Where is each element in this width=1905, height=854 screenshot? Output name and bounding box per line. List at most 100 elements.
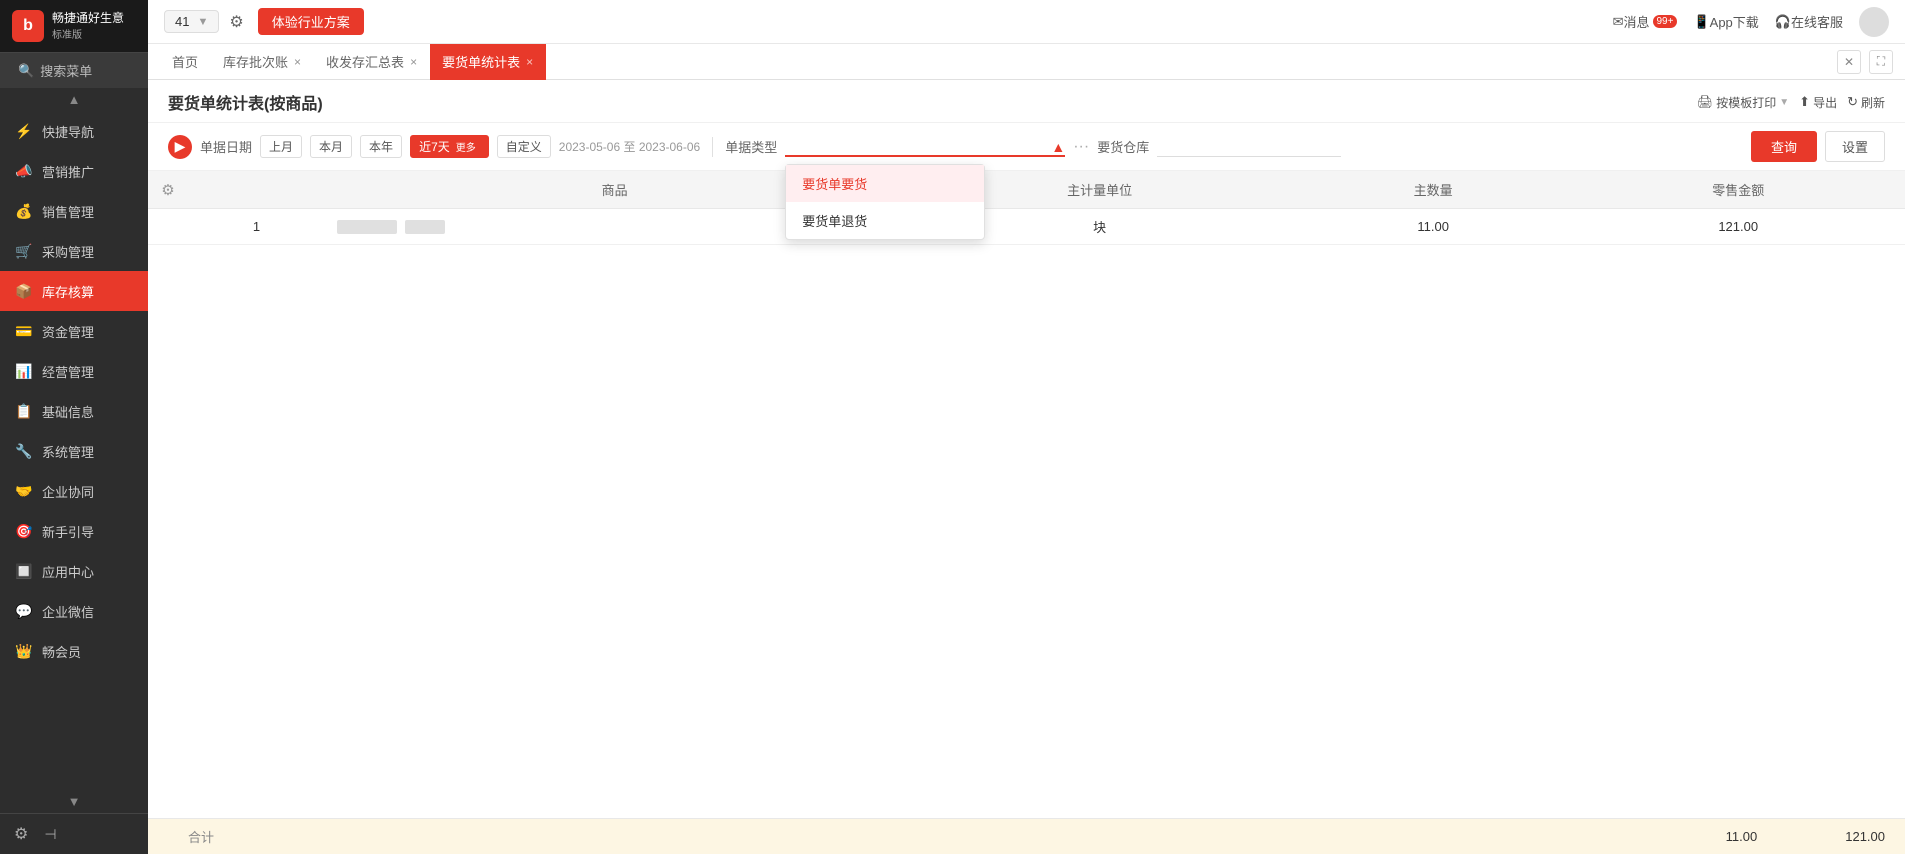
tabs-expand-button[interactable]: ⛶ (1869, 50, 1893, 74)
export-label: 导出 (1813, 94, 1837, 111)
filter-more-button[interactable]: ··· (1073, 138, 1089, 156)
last-7-days-btn[interactable]: 近7天更多 (410, 135, 489, 158)
sidebar: b 畅捷通好生意 标准版 🔍 搜索菜单 ▲ ⚡ 快捷导航 📣 营销推广 💰 销售… (0, 0, 148, 854)
sidebar-item-basic-info[interactable]: 📋 基础信息 (0, 391, 148, 431)
sidebar-item-label: 销售管理 (42, 202, 94, 221)
col-amount: 零售金额 (1571, 171, 1905, 209)
finance-icon: 💳 (14, 321, 34, 341)
print-chevron-icon: ▼ (1779, 97, 1789, 108)
inventory-icon: 📦 (14, 281, 34, 301)
sidebar-scroll-down[interactable]: ▼ (0, 790, 148, 813)
dropdown-item-demand-order[interactable]: 要货单要货 (786, 165, 984, 202)
this-month-btn[interactable]: 本月 (310, 135, 352, 158)
quick-nav-icon: ⚡ (14, 121, 34, 141)
user-avatar[interactable] (1859, 7, 1889, 37)
sidebar-item-label: 营销推广 (42, 162, 94, 181)
tabs-close-all-button[interactable]: ✕ (1837, 50, 1861, 74)
guide-icon: 🎯 (14, 521, 34, 541)
sidebar-item-purchase[interactable]: 🛒 采购管理 (0, 231, 148, 271)
basic-info-icon: 📋 (14, 401, 34, 421)
set-button[interactable]: 设置 (1825, 131, 1885, 162)
marketing-icon: 📣 (14, 161, 34, 181)
sidebar-footer: ⚙ ⊣ (0, 813, 148, 854)
app-download-button[interactable]: 📱 App下载 (1693, 12, 1758, 31)
header: 41 ▼ ⚙ 体验行业方案 ✉ 消息 99+ 📱 App下载 🎧 在线客服 (148, 0, 1905, 44)
col-gear[interactable]: ⚙ (148, 171, 188, 209)
sidebar-item-app-center[interactable]: 🔲 应用中心 (0, 551, 148, 591)
table-gear-icon[interactable]: ⚙ (161, 182, 174, 199)
footer-qty-total: 11.00 (1726, 829, 1758, 844)
last-month-btn[interactable]: 上月 (260, 135, 302, 158)
sidebar-item-guide[interactable]: 🎯 新手引导 (0, 511, 148, 551)
warehouse-input[interactable] (1157, 137, 1341, 157)
type-select-arrow-icon[interactable]: ▲ (1051, 139, 1065, 155)
tab-receive-summary[interactable]: 收发存汇总表 × (314, 44, 430, 80)
system-icon: 🔧 (14, 441, 34, 461)
filter-bar: ▶ 单据日期 上月 本月 本年 近7天更多 自定义 2023-05-06 至 2… (148, 123, 1905, 171)
sidebar-item-system[interactable]: 🔧 系统管理 (0, 431, 148, 471)
more-dates-badge: 更多 (452, 142, 480, 155)
header-gear-icon[interactable]: ⚙ (229, 12, 243, 32)
query-button[interactable]: 查询 (1751, 131, 1817, 162)
tab-home[interactable]: 首页 (160, 44, 211, 80)
sidebar-item-vip[interactable]: 👑 畅会员 (0, 631, 148, 671)
sidebar-item-label: 系统管理 (42, 442, 94, 461)
settings-icon[interactable]: ⚙ (14, 824, 28, 844)
sidebar-item-wechat[interactable]: 💬 企业微信 (0, 591, 148, 631)
table-row: 1 块 11.00 121.00 (148, 209, 1905, 245)
export-icon: ⬆ (1799, 94, 1810, 110)
tab-receive-summary-label: 收发存汇总表 (326, 52, 404, 71)
sidebar-item-enterprise[interactable]: 🤝 企业协同 (0, 471, 148, 511)
search-icon: 🔍 (18, 63, 34, 79)
type-select-input[interactable] (785, 136, 1065, 157)
tab-receive-summary-close[interactable]: × (410, 55, 417, 69)
sidebar-item-label: 经营管理 (42, 362, 94, 381)
custom-date-btn[interactable]: 自定义 (497, 135, 551, 158)
sidebar-logo: b 畅捷通好生意 标准版 (0, 0, 148, 53)
wechat-icon: 💬 (14, 601, 34, 621)
table-header-row: ⚙ 商品 主计量单位 主数量 零售金额 (148, 171, 1905, 209)
tab-demand-stat[interactable]: 要货单统计表 × (430, 44, 546, 80)
type-dropdown: 要货单要货 要货单退货 (785, 164, 985, 240)
refresh-button[interactable]: ↻ 刷新 (1847, 94, 1885, 111)
page-content: 要货单统计表(按商品) 🖨 按模板打印 ▼ ⬆ 导出 ↻ 刷新 ▶ (148, 80, 1905, 854)
refresh-label: 刷新 (1861, 94, 1885, 111)
table-footer: 合计 11.00 121.00 (148, 818, 1905, 854)
online-service-button[interactable]: 🎧 在线客服 (1775, 12, 1843, 31)
message-button[interactable]: ✉ 消息 99+ (1613, 12, 1678, 31)
store-selector[interactable]: 41 ▼ (164, 10, 219, 33)
tab-demand-stat-close[interactable]: × (526, 55, 533, 69)
tab-inventory-batch-close[interactable]: × (294, 55, 301, 69)
message-badge: 99+ (1653, 15, 1678, 28)
promo-button[interactable]: 体验行业方案 (258, 8, 364, 35)
export-button[interactable]: ⬆ 导出 (1799, 94, 1837, 111)
tab-demand-stat-label: 要货单统计表 (442, 52, 520, 71)
sidebar-item-sales[interactable]: 💰 销售管理 (0, 191, 148, 231)
sidebar-item-operations[interactable]: 📊 经营管理 (0, 351, 148, 391)
sidebar-search[interactable]: 🔍 搜索菜单 (0, 53, 148, 88)
dropdown-item-demand-return[interactable]: 要货单退货 (786, 202, 984, 239)
message-label: 消息 (1623, 12, 1649, 31)
type-select-wrapper: ▲ 要货单要货 要货单退货 (785, 136, 1065, 157)
app-download-label: App下载 (1710, 12, 1759, 31)
tab-inventory-batch[interactable]: 库存批次账 × (211, 44, 314, 80)
header-left: 41 ▼ ⚙ 体验行业方案 (164, 8, 1613, 35)
sidebar-scroll-up[interactable]: ▲ (0, 88, 148, 111)
page-title: 要货单统计表(按商品) (168, 90, 323, 114)
print-button[interactable]: 🖨 按模板打印 ▼ (1697, 94, 1789, 111)
row-qty-cell: 11.00 (1295, 209, 1572, 245)
store-name: 41 (175, 14, 189, 29)
sidebar-item-finance[interactable]: 💳 资金管理 (0, 311, 148, 351)
data-table: ⚙ 商品 主计量单位 主数量 零售金额 1 (148, 171, 1905, 245)
sidebar-toggle-icon[interactable]: ⊣ (44, 826, 56, 843)
sidebar-item-label: 畅会员 (42, 642, 81, 661)
tabs-actions: ✕ ⛶ (1837, 50, 1893, 74)
page-title-bar: 要货单统计表(按商品) 🖨 按模板打印 ▼ ⬆ 导出 ↻ 刷新 (148, 80, 1905, 123)
this-year-btn[interactable]: 本年 (360, 135, 402, 158)
brand-sub: 标准版 (52, 26, 124, 41)
sidebar-items: ⚡ 快捷导航 📣 营销推广 💰 销售管理 🛒 采购管理 📦 库存核算 💳 资金管… (0, 111, 148, 790)
filter-expand-button[interactable]: ▶ (168, 135, 192, 159)
sidebar-item-inventory[interactable]: 📦 库存核算 (0, 271, 148, 311)
sidebar-item-marketing[interactable]: 📣 营销推广 (0, 151, 148, 191)
sidebar-item-quick-nav[interactable]: ⚡ 快捷导航 (0, 111, 148, 151)
